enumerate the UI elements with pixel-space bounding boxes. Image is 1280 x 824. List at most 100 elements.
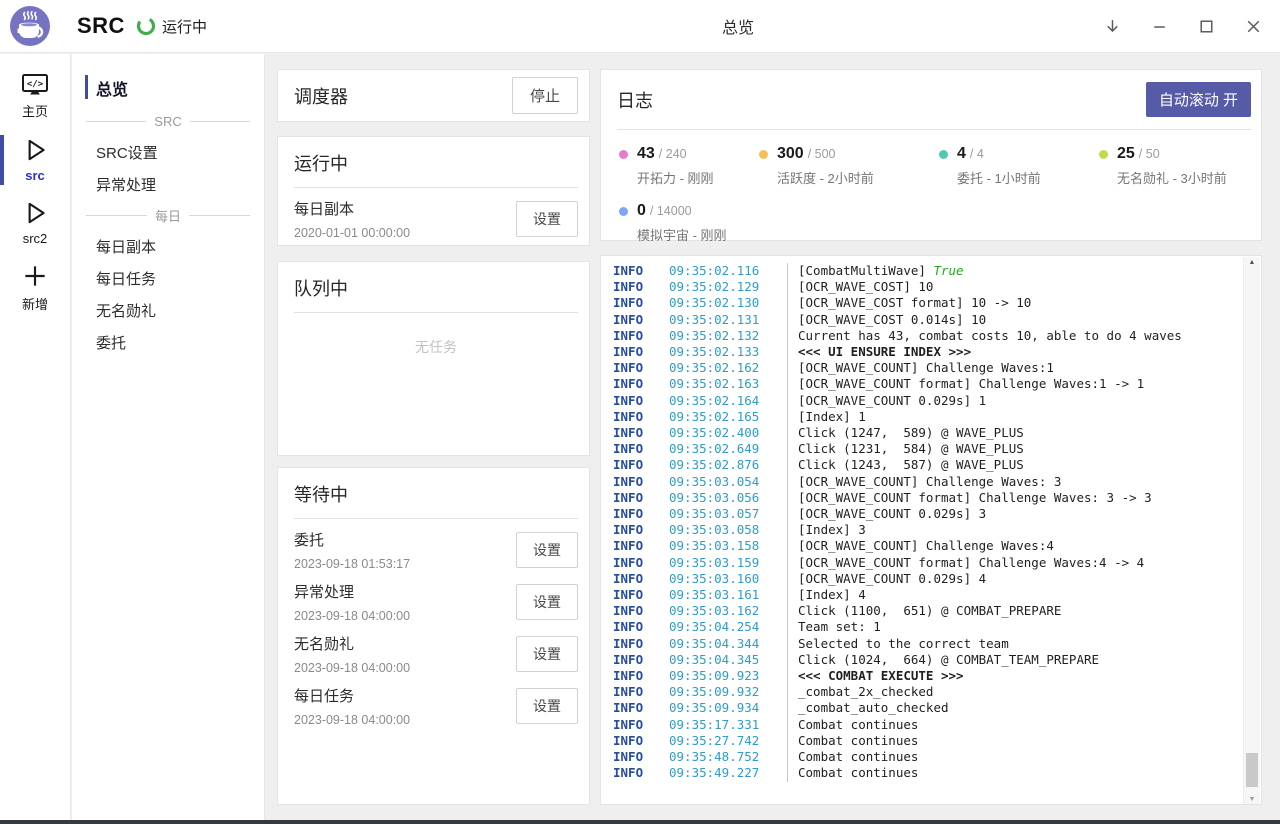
rail-item-home[interactable]: </> 主页 xyxy=(0,72,70,135)
log-lines: INFO 09:35:02.116 [CombatMultiWave] True… xyxy=(613,263,1261,782)
scrollbar-thumb[interactable] xyxy=(1246,753,1258,787)
log-message: Click (1243, 587) @ WAVE_PLUS xyxy=(787,457,1024,474)
submenu-item-src-settings[interactable]: SRC设置 xyxy=(72,136,264,168)
log-level: INFO xyxy=(613,749,644,765)
stat-activity: 300/ 500 活跃度 - 2小时前 xyxy=(757,145,937,187)
settings-button[interactable]: 设置 xyxy=(516,636,578,672)
log-level: INFO xyxy=(613,295,644,311)
submenu-item-overview[interactable]: 总览 xyxy=(72,70,264,106)
log-level: INFO xyxy=(613,587,644,603)
submenu-item-label: 总览 xyxy=(96,82,129,99)
settings-button[interactable]: 设置 xyxy=(516,584,578,620)
log-header-panel: 日志 自动滚动 开 43/ 240 开拓力 - 刚刚 300/ 500 活跃度 … xyxy=(600,69,1262,243)
stat-trailblaze-power: 43/ 240 开拓力 - 刚刚 xyxy=(617,145,757,187)
log-level: INFO xyxy=(613,392,644,408)
log-message: _combat_auto_checked xyxy=(787,700,949,717)
queue-title: 队列中 xyxy=(294,275,578,313)
log-console[interactable]: INFO 09:35:02.116 [CombatMultiWave] True… xyxy=(600,255,1262,805)
window-controls xyxy=(1101,0,1264,53)
close-icon[interactable] xyxy=(1242,16,1264,38)
log-level: INFO xyxy=(613,408,644,424)
group-title: 每日 xyxy=(155,208,182,224)
submenu-item-nameless-honor[interactable]: 无名勋礼 xyxy=(72,294,264,326)
log-timestamp: 09:35:02.649 xyxy=(669,441,760,457)
log-timestamp: 09:35:09.923 xyxy=(669,668,760,684)
log-timestamp: 09:35:02.400 xyxy=(669,425,760,441)
log-level: INFO xyxy=(613,263,644,278)
log-timestamp: 09:35:02.133 xyxy=(669,344,760,360)
submenu-item-daily-dungeon[interactable]: 每日副本 xyxy=(72,230,264,262)
log-level: INFO xyxy=(613,311,644,327)
log-message: [Index] 4 xyxy=(787,587,866,604)
dashboard-row-1: 43/ 240 开拓力 - 刚刚 300/ 500 活跃度 - 2小时前 4/ … xyxy=(617,145,1251,187)
task-time: 2023-09-18 04:00:00 xyxy=(294,713,411,727)
scrollbar-up-arrow-icon[interactable]: ▲ xyxy=(1244,259,1260,266)
log-line: INFO 09:35:02.116 [CombatMultiWave] True xyxy=(613,263,1261,280)
log-message: Combat continues xyxy=(787,749,918,766)
pending-title: 等待中 xyxy=(294,481,578,519)
stat-dot xyxy=(939,150,948,159)
log-message: [OCR_WAVE_COUNT 0.029s] 4 xyxy=(787,570,986,588)
rail-item-label: src xyxy=(25,168,45,183)
log-message: Team set: 1 xyxy=(787,619,881,636)
task-name: 每日副本 xyxy=(294,201,355,218)
log-timestamp: 09:35:09.934 xyxy=(669,700,760,716)
stat-nameless-honor: 25/ 50 无名勋礼 - 3小时前 xyxy=(1097,145,1227,187)
submenu-item-daily-quest[interactable]: 每日任务 xyxy=(72,262,264,294)
log-message: Click (1231, 584) @ WAVE_PLUS xyxy=(787,441,1024,458)
log-message: [OCR_WAVE_COST format] 10 -> 10 xyxy=(787,295,1031,312)
log-line: INFO 09:35:02.130 [OCR_WAVE_COST format]… xyxy=(613,295,1261,312)
log-line: INFO 09:35:03.159 [OCR_WAVE_COUNT format… xyxy=(613,554,1261,571)
log-scrollbar[interactable]: ▲ ▼ xyxy=(1243,257,1260,804)
stat-label: 模拟宇宙 - 刚刚 xyxy=(637,228,727,243)
autoscroll-toggle-button[interactable]: 自动滚动 开 xyxy=(1145,82,1251,117)
stat-label: 无名勋礼 - 3小时前 xyxy=(1117,171,1227,186)
arrow-down-icon[interactable] xyxy=(1101,16,1123,38)
log-line: INFO 09:35:03.054 [OCR_WAVE_COUNT] Chall… xyxy=(613,473,1261,490)
log-line: INFO 09:35:03.056 [OCR_WAVE_COUNT format… xyxy=(613,489,1261,507)
pending-task-row: 每日任务 2023-09-18 04:00:00 设置 xyxy=(294,675,578,727)
log-line: INFO 09:35:02.400 Click (1247, 589) @ WA… xyxy=(613,425,1261,442)
queue-empty-text: 无任务 xyxy=(415,339,457,355)
stop-button[interactable]: 停止 xyxy=(511,77,578,114)
rail-item-add[interactable]: 新增 xyxy=(0,261,70,324)
log-message: [OCR_WAVE_COUNT] Challenge Waves: 3 xyxy=(787,473,1061,490)
pending-panel: 等待中 委托 2023-09-18 01:53:17 设置 异常处理 2023-… xyxy=(277,467,590,805)
submenu-item-error-handling[interactable]: 异常处理 xyxy=(72,168,264,200)
log-line: INFO 09:35:02.129 [OCR_WAVE_COST] 10 xyxy=(613,279,1261,296)
rail-item-src2[interactable]: src2 xyxy=(0,198,70,261)
settings-button[interactable]: 设置 xyxy=(516,532,578,568)
minimize-icon[interactable] xyxy=(1148,16,1170,38)
active-indicator-bar xyxy=(0,135,4,185)
rail-item-label: 主页 xyxy=(21,104,48,119)
submenu: 总览 SRC SRC设置 异常处理 每日 每日副本 每日任务 无名勋礼 委托 xyxy=(72,54,265,820)
log-line: INFO 09:35:09.923 <<< COMBAT EXECUTE >>> xyxy=(613,668,1261,685)
log-line: INFO 09:35:02.165 [Index] 1 xyxy=(613,408,1261,426)
log-message: [Index] 3 xyxy=(787,522,866,539)
log-level: INFO xyxy=(613,732,644,748)
log-level: INFO xyxy=(613,489,644,505)
play-icon xyxy=(28,139,45,161)
log-level: INFO xyxy=(613,668,644,684)
task-name: 每日任务 xyxy=(294,688,355,705)
log-level: INFO xyxy=(613,538,644,554)
log-message: Click (1247, 589) @ WAVE_PLUS xyxy=(787,425,1024,442)
log-message: Combat continues xyxy=(787,716,918,733)
scrollbar-down-arrow-icon[interactable]: ▼ xyxy=(1244,796,1260,803)
log-timestamp: 09:35:04.345 xyxy=(669,651,760,667)
rail-item-src[interactable]: src xyxy=(0,135,70,198)
submenu-item-assignment[interactable]: 委托 xyxy=(72,326,264,358)
maximize-icon[interactable] xyxy=(1195,16,1217,38)
log-level: INFO xyxy=(613,554,644,570)
log-message: Click (1100, 651) @ COMBAT_PREPARE xyxy=(787,603,1061,620)
running-panel: 运行中 每日副本 2020-01-01 00:00:00 设置 xyxy=(277,136,590,246)
scheduler-panel: 调度器 停止 xyxy=(277,69,590,122)
settings-button[interactable]: 设置 xyxy=(516,201,578,237)
log-timestamp: 09:35:03.056 xyxy=(669,489,760,505)
log-level: INFO xyxy=(613,279,644,295)
log-message: [OCR_WAVE_COUNT] Challenge Waves:1 xyxy=(787,360,1054,377)
settings-button[interactable]: 设置 xyxy=(516,688,578,724)
task-time: 2023-09-18 01:53:17 xyxy=(294,557,411,571)
nav-rail: </> 主页 src src2 新增 xyxy=(0,54,71,820)
log-title: 日志 xyxy=(617,90,653,111)
